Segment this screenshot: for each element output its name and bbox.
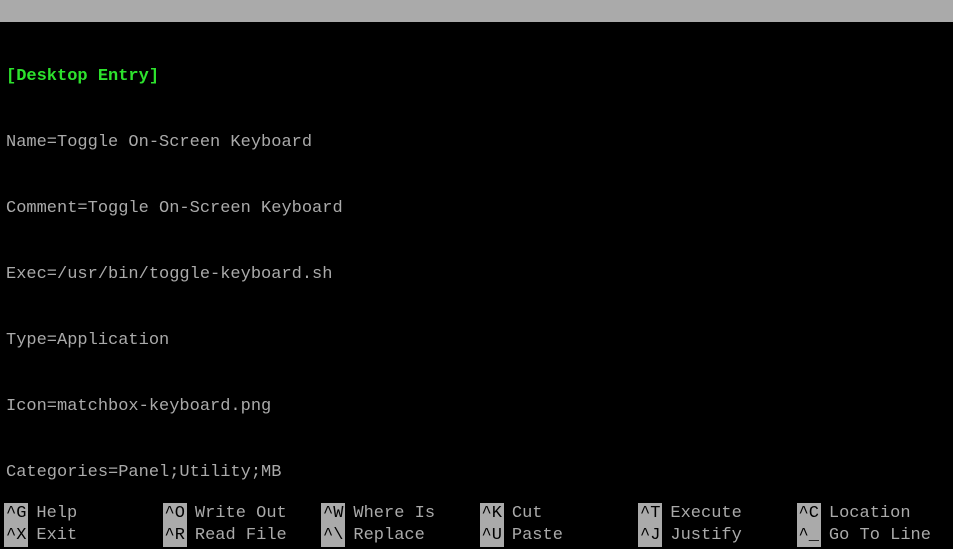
shortcut-label: Cut bbox=[512, 503, 543, 525]
shortcut-cut[interactable]: ^K Cut bbox=[480, 503, 633, 525]
shortcut-key: ^_ bbox=[797, 525, 821, 547]
shortcut-key: ^J bbox=[638, 525, 662, 547]
shortcut-label: Execute bbox=[670, 503, 741, 525]
shortcut-label: Write Out bbox=[195, 503, 287, 525]
editor-area[interactable]: [Desktop Entry] Name=Toggle On-Screen Ke… bbox=[0, 22, 953, 505]
shortcut-where-is[interactable]: ^W Where Is bbox=[321, 503, 474, 525]
file-line: Categories=Panel;Utility;MB bbox=[6, 462, 947, 484]
shortcut-label: Justify bbox=[670, 525, 741, 547]
shortcut-key: ^C bbox=[797, 503, 821, 525]
shortcut-label: Help bbox=[36, 503, 77, 525]
shortcut-label: Replace bbox=[353, 525, 424, 547]
shortcut-key: ^K bbox=[480, 503, 504, 525]
file-path: /usr/share/raspi-ui-overrides/applicatio… bbox=[30, 23, 744, 42]
shortcut-exit[interactable]: ^X Exit bbox=[4, 525, 157, 547]
file-line: Name=Toggle On-Screen Keyboard bbox=[6, 132, 947, 154]
shortcut-label: Where Is bbox=[353, 503, 435, 525]
shortcut-key: ^\ bbox=[321, 525, 345, 547]
shortcut-key: ^W bbox=[321, 503, 345, 525]
shortcut-write-out[interactable]: ^O Write Out bbox=[163, 503, 316, 525]
shortcut-paste[interactable]: ^U Paste bbox=[480, 525, 633, 547]
shortcut-replace[interactable]: ^\ Replace bbox=[321, 525, 474, 547]
shortcut-bar: ^G Help ^O Write Out ^W Where Is ^K Cut … bbox=[0, 503, 953, 547]
shortcut-help[interactable]: ^G Help bbox=[4, 503, 157, 525]
shortcut-key: ^U bbox=[480, 525, 504, 547]
shortcut-key: ^R bbox=[163, 525, 187, 547]
shortcut-execute[interactable]: ^T Execute bbox=[638, 503, 791, 525]
section-header: [Desktop Entry] bbox=[6, 66, 947, 88]
shortcut-label: Exit bbox=[36, 525, 77, 547]
shortcut-go-to-line[interactable]: ^_ Go To Line bbox=[797, 525, 950, 547]
shortcut-label: Location bbox=[829, 503, 911, 525]
shortcut-label: Go To Line bbox=[829, 525, 931, 547]
title-bar: /usr/share/raspi-ui-overrides/applicatio… bbox=[0, 0, 953, 22]
file-line: Exec=/usr/bin/toggle-keyboard.sh bbox=[6, 264, 947, 286]
shortcut-label: Read File bbox=[195, 525, 287, 547]
file-line: Comment=Toggle On-Screen Keyboard bbox=[6, 198, 947, 220]
shortcut-label: Paste bbox=[512, 525, 563, 547]
shortcut-key: ^O bbox=[163, 503, 187, 525]
file-line: Icon=matchbox-keyboard.png bbox=[6, 396, 947, 418]
shortcut-justify[interactable]: ^J Justify bbox=[638, 525, 791, 547]
shortcut-location[interactable]: ^C Location bbox=[797, 503, 950, 525]
file-line: Type=Application bbox=[6, 330, 947, 352]
shortcut-read-file[interactable]: ^R Read File bbox=[163, 525, 316, 547]
shortcut-key: ^T bbox=[638, 503, 662, 525]
shortcut-key: ^X bbox=[4, 525, 28, 547]
shortcut-key: ^G bbox=[4, 503, 28, 525]
